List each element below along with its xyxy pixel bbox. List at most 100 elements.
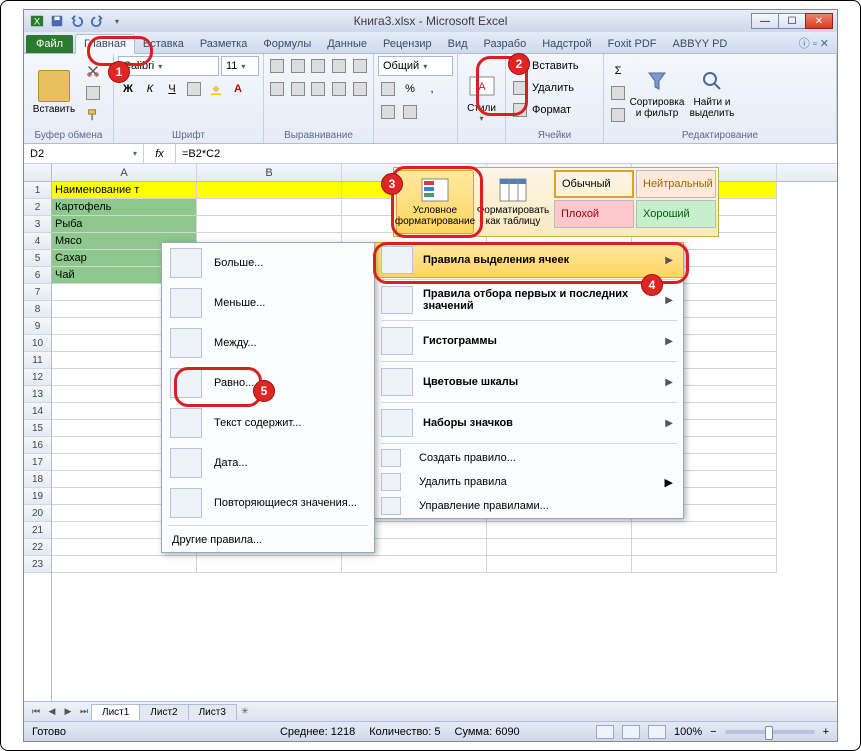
format-as-table-button[interactable]: Форматировать как таблицу <box>474 170 552 234</box>
new-sheet-button[interactable]: ✳ <box>237 704 253 720</box>
submenu-duplicate-values[interactable]: Повторяющиеся значения... <box>162 483 374 523</box>
qat-more-icon[interactable]: ▾ <box>108 12 126 30</box>
view-normal-button[interactable] <box>596 725 614 739</box>
conditional-formatting-button[interactable]: Условное форматирование <box>396 170 474 234</box>
align-middle-icon[interactable] <box>289 56 308 76</box>
row-header[interactable]: 22 <box>24 539 51 556</box>
row-header[interactable]: 6 <box>24 267 51 284</box>
cut-icon[interactable] <box>83 61 103 81</box>
cell[interactable] <box>197 182 342 199</box>
find-select-button[interactable]: Найти и выделить <box>686 59 738 127</box>
merge-icon[interactable] <box>350 79 369 99</box>
menu-color-scales[interactable]: Цветовые шкалы ▶ <box>375 364 683 400</box>
row-header[interactable]: 23 <box>24 556 51 573</box>
row-header[interactable]: 18 <box>24 471 51 488</box>
clear-icon[interactable] <box>608 105 628 125</box>
sheet-nav-first[interactable]: ⏮ <box>28 704 44 720</box>
autosum-icon[interactable]: Σ <box>608 61 628 81</box>
row-header[interactable]: 16 <box>24 437 51 454</box>
tab-addins[interactable]: Надстрой <box>534 35 599 53</box>
align-center-icon[interactable] <box>289 79 308 99</box>
number-format-combo[interactable]: Общий <box>378 56 453 76</box>
view-layout-button[interactable] <box>622 725 640 739</box>
decrease-indent-icon[interactable] <box>330 79 349 99</box>
row-header[interactable]: 15 <box>24 420 51 437</box>
sheet-nav-next[interactable]: ▶ <box>60 704 76 720</box>
align-left-icon[interactable] <box>268 79 287 99</box>
tab-foxit[interactable]: Foxit PDF <box>600 35 665 53</box>
cell[interactable]: Картофель <box>52 199 197 216</box>
row-header[interactable]: 13 <box>24 386 51 403</box>
cell[interactable] <box>197 556 342 573</box>
zoom-slider[interactable] <box>725 730 815 734</box>
menu-data-bars[interactable]: Гистограммы ▶ <box>375 323 683 359</box>
cell[interactable] <box>197 199 342 216</box>
tab-review[interactable]: Рецензир <box>375 35 440 53</box>
row-header[interactable]: 17 <box>24 454 51 471</box>
style-normal[interactable]: Обычный <box>554 170 634 198</box>
zoom-in-button[interactable]: + <box>823 726 829 738</box>
decrease-decimal-icon[interactable] <box>400 102 420 122</box>
row-header[interactable]: 2 <box>24 199 51 216</box>
border-icon[interactable] <box>184 79 204 99</box>
cell[interactable] <box>632 539 777 556</box>
save-icon[interactable] <box>48 12 66 30</box>
font-color-icon[interactable]: A <box>228 79 248 99</box>
style-neutral[interactable]: Нейтральный <box>636 170 716 198</box>
sheet-tab-3[interactable]: Лист3 <box>188 704 237 720</box>
menu-icon-sets[interactable]: Наборы значков ▶ <box>375 405 683 441</box>
submenu-text-contains[interactable]: Текст содержит... <box>162 403 374 443</box>
row-header[interactable]: 7 <box>24 284 51 301</box>
tab-layout[interactable]: Разметка <box>192 35 256 53</box>
comma-icon[interactable]: , <box>422 79 442 99</box>
sheet-nav-last[interactable]: ⏭ <box>76 704 92 720</box>
submenu-date[interactable]: Дата... <box>162 443 374 483</box>
view-break-button[interactable] <box>648 725 666 739</box>
cell[interactable] <box>487 522 632 539</box>
submenu-less-than[interactable]: Меньше... <box>162 283 374 323</box>
cell[interactable]: Наименование т <box>52 182 197 199</box>
tab-developer[interactable]: Разрабо <box>476 35 535 53</box>
sheet-nav-prev[interactable]: ◀ <box>44 704 60 720</box>
redo-icon[interactable] <box>88 12 106 30</box>
select-all-corner[interactable] <box>24 164 52 182</box>
tab-file[interactable]: Файл <box>26 35 73 53</box>
row-header[interactable]: 5 <box>24 250 51 267</box>
cells-format-button[interactable]: Формат <box>510 100 599 120</box>
currency-icon[interactable] <box>378 79 398 99</box>
copy-icon[interactable] <box>83 83 103 103</box>
menu-clear-rules[interactable]: Удалить правила ▶ <box>375 470 683 494</box>
style-good[interactable]: Хороший <box>636 200 716 228</box>
font-name-combo[interactable]: Calibri <box>118 56 219 76</box>
close-button[interactable]: ✕ <box>805 13 833 29</box>
cell[interactable] <box>487 556 632 573</box>
align-right-icon[interactable] <box>309 79 328 99</box>
increase-decimal-icon[interactable] <box>378 102 398 122</box>
cell[interactable] <box>487 539 632 556</box>
submenu-between[interactable]: Между... <box>162 323 374 363</box>
tab-data[interactable]: Данные <box>319 35 375 53</box>
percent-icon[interactable]: % <box>400 79 420 99</box>
submenu-greater-than[interactable]: Больше... <box>162 243 374 283</box>
name-box[interactable]: D2 <box>24 144 144 163</box>
tab-formulas[interactable]: Формулы <box>255 35 319 53</box>
row-header[interactable]: 4 <box>24 233 51 250</box>
menu-top-bottom-rules[interactable]: Правила отбора первых и последних значен… <box>375 282 683 318</box>
tab-home[interactable]: Главная <box>75 34 135 54</box>
sort-filter-button[interactable]: Сортировка и фильтр <box>631 59 683 127</box>
cell[interactable] <box>632 556 777 573</box>
ribbon-help-icon[interactable]: ⓘ ▫ ✕ <box>791 33 837 53</box>
align-bottom-icon[interactable] <box>309 56 328 76</box>
font-size-combo[interactable]: 11 <box>221 56 259 76</box>
row-header[interactable]: 20 <box>24 505 51 522</box>
format-painter-icon[interactable] <box>83 105 103 125</box>
style-bad[interactable]: Плохой <box>554 200 634 228</box>
cell[interactable]: Рыба <box>52 216 197 233</box>
fx-button[interactable]: fx <box>144 144 176 163</box>
cell[interactable] <box>197 216 342 233</box>
maximize-button[interactable]: ☐ <box>778 13 806 29</box>
row-header[interactable]: 10 <box>24 335 51 352</box>
tab-insert[interactable]: Вставка <box>135 35 192 53</box>
formula-input[interactable]: =B2*C2 <box>176 144 837 163</box>
orientation-icon[interactable] <box>330 56 349 76</box>
